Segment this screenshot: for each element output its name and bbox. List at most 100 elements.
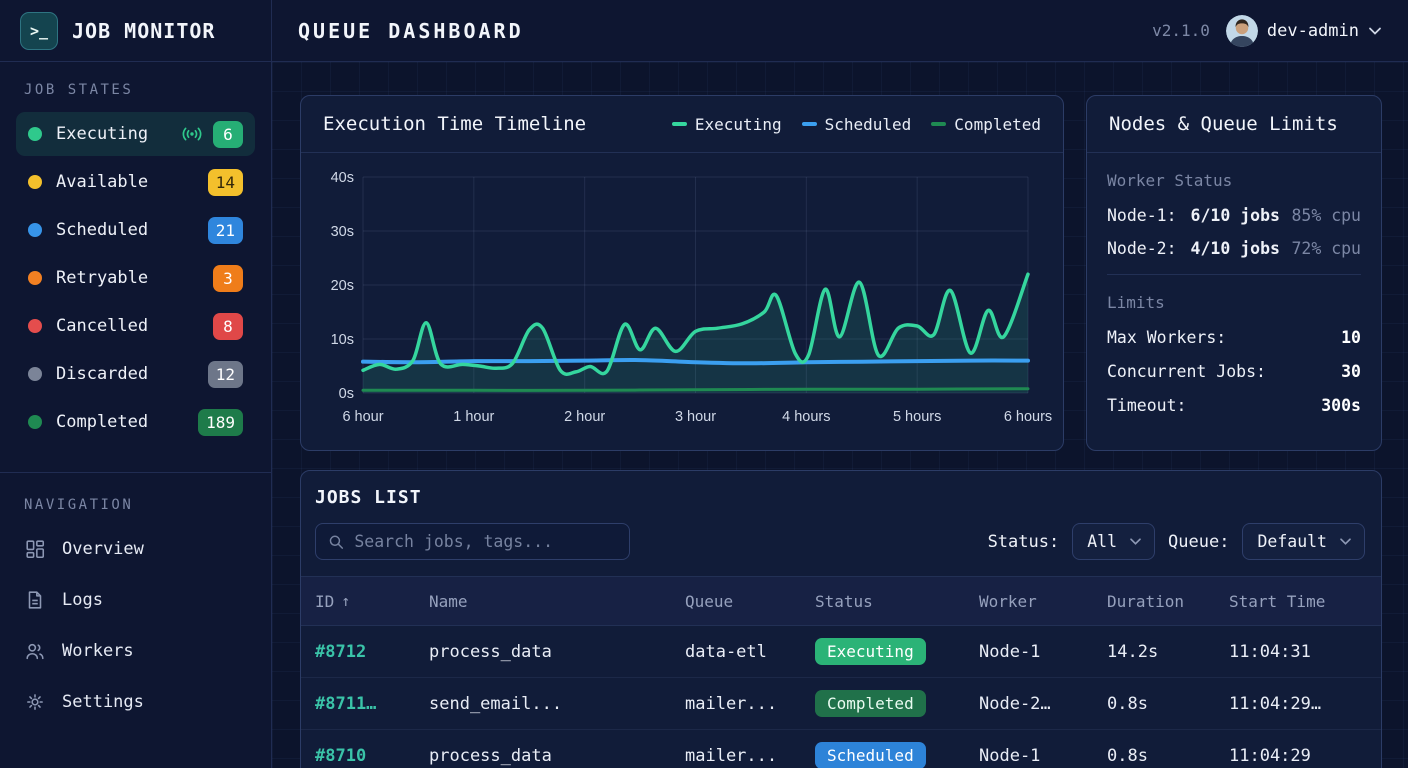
dashboard-content: Execution Time Timeline Executing Schedu… <box>272 62 1408 768</box>
job-name: process_data <box>429 641 552 662</box>
sidebar-item-overview[interactable]: Overview <box>16 527 255 571</box>
cancelled-dot <box>28 319 42 333</box>
sidebar-item-completed[interactable]: Completed 189 <box>16 400 255 444</box>
jobs-panel: JOBS LIST Status: All <box>300 470 1382 768</box>
document-icon <box>28 591 42 609</box>
job-start-time: 11:04:29 <box>1229 745 1311 766</box>
table-row[interactable]: #8711… send_email... mailer... Completed… <box>301 678 1381 730</box>
status-badge: Executing <box>815 638 926 665</box>
table-row[interactable]: #8712 process_data data-etl Executing No… <box>301 626 1381 678</box>
sidebar-item-cancelled[interactable]: Cancelled 8 <box>16 304 255 348</box>
main-area: QUEUE DASHBOARD v2.1.0 dev-admin Executi… <box>272 0 1408 768</box>
job-queue: data-etl <box>685 641 767 662</box>
sidebar-item-executing[interactable]: Executing 6 <box>16 112 255 156</box>
nodes-panel: Nodes & Queue Limits Worker Status Node-… <box>1086 95 1382 451</box>
jobs-table: ID ↑ Name Queue Status Worker Duration S… <box>301 576 1381 768</box>
job-id-link[interactable]: #8710 <box>315 746 429 766</box>
svg-text:30s: 30s <box>331 224 354 240</box>
job-start-time: 11:04:31 <box>1229 641 1311 662</box>
count-badge: 21 <box>207 216 243 244</box>
sidebar-item-settings[interactable]: Settings <box>16 680 255 724</box>
node-1-row: Node-1: 6/10 jobs 85% cpu <box>1107 206 1361 225</box>
nav-label: Workers <box>62 641 134 661</box>
job-id-link[interactable]: #8711… <box>315 694 429 714</box>
nav-label: Logs <box>62 590 103 610</box>
table-header-row: ID ↑ Name Queue Status Worker Duration S… <box>301 576 1381 626</box>
dashboard-grid-icon <box>26 540 45 559</box>
sidebar-item-discarded[interactable]: Discarded 12 <box>16 352 255 396</box>
job-queue: mailer... <box>685 693 778 714</box>
sidebar-item-available[interactable]: Available 14 <box>16 160 255 204</box>
timeline-title: Execution Time Timeline <box>323 113 587 135</box>
state-label: Cancelled <box>56 316 149 336</box>
legend-completed[interactable]: Completed <box>931 115 1041 134</box>
node-2-row: Node-2: 4/10 jobs 72% cpu <box>1107 239 1361 258</box>
legend-executing[interactable]: Executing <box>671 115 782 134</box>
count-badge: 14 <box>207 168 243 196</box>
sort-asc-icon: ↑ <box>341 592 351 610</box>
job-duration: 0.8s <box>1107 693 1148 714</box>
sidebar-item-retryable[interactable]: Retryable 3 <box>16 256 255 300</box>
svg-text:2 hour: 2 hour <box>564 409 605 425</box>
column-name[interactable]: Name <box>429 592 685 611</box>
queue-filter-select[interactable]: Default <box>1242 523 1365 560</box>
version-label: v2.1.0 <box>1152 21 1210 40</box>
job-name: process_data <box>429 745 552 766</box>
job-duration: 14.2s <box>1107 641 1159 662</box>
navigation-section: NAVIGATION Overview Logs Workers Setting… <box>0 472 271 741</box>
svg-text:5 hours: 5 hours <box>893 409 941 425</box>
job-start-time: 11:04:29… <box>1229 693 1322 714</box>
column-id[interactable]: ID ↑ <box>315 592 429 611</box>
worker-status-heading: Worker Status <box>1107 171 1233 190</box>
divider <box>1107 274 1361 275</box>
users-icon <box>26 643 44 660</box>
count-badge: 3 <box>213 264 243 292</box>
executing-dot <box>28 127 42 141</box>
column-queue[interactable]: Queue <box>685 592 815 611</box>
job-id-link[interactable]: #8712 <box>315 642 429 662</box>
legend-scheduled[interactable]: Scheduled <box>801 115 911 134</box>
queue-filter-label: Queue: <box>1168 531 1230 552</box>
job-duration: 0.8s <box>1107 745 1148 766</box>
svg-text:3 hour: 3 hour <box>675 409 716 425</box>
sidebar-item-workers[interactable]: Workers <box>16 629 255 673</box>
sidebar-item-scheduled[interactable]: Scheduled 21 <box>16 208 255 252</box>
column-duration[interactable]: Duration <box>1107 592 1229 611</box>
discarded-dot <box>28 367 42 381</box>
app-title: JOB MONITOR <box>72 18 216 43</box>
svg-text:1 hour: 1 hour <box>453 409 494 425</box>
state-label: Retryable <box>56 268 149 288</box>
search-box <box>315 523 630 560</box>
job-worker: Node-1 <box>979 745 1041 766</box>
app-root: >_ JOB MONITOR JOB STATES Executing 6 Av… <box>0 0 1408 768</box>
svg-text:10s: 10s <box>331 332 354 348</box>
search-icon <box>329 535 344 549</box>
state-label: Executing <box>56 124 149 144</box>
chevron-down-icon <box>1340 538 1351 545</box>
page-title: QUEUE DASHBOARD <box>298 18 524 43</box>
sidebar-item-logs[interactable]: Logs <box>16 578 255 622</box>
job-queue: mailer... <box>685 745 778 766</box>
table-row[interactable]: #8710 process_data mailer... Scheduled N… <box>301 730 1381 768</box>
gear-icon <box>27 694 43 710</box>
status-filter-label: Status: <box>987 531 1060 552</box>
timeline-chart: 0s 10s 20s 30s 40s 6 hour 1 hour 2 hour 3 hour 4 … <box>331 170 1053 425</box>
nodes-panel-title: Nodes & Queue Limits <box>1109 113 1338 135</box>
avatar <box>1225 14 1258 47</box>
nav-label: Settings <box>62 692 144 712</box>
job-worker: Node-1 <box>979 641 1041 662</box>
search-input[interactable] <box>354 532 617 551</box>
user-menu[interactable]: dev-admin <box>1225 14 1382 47</box>
job-worker: Node-2… <box>979 693 1051 714</box>
column-start-time[interactable]: Start Time <box>1229 592 1381 611</box>
chevron-down-icon <box>1369 27 1381 35</box>
column-worker[interactable]: Worker <box>979 592 1107 611</box>
job-name: send_email... <box>429 693 563 714</box>
scheduled-dot <box>28 223 42 237</box>
svg-text:6 hour: 6 hour <box>342 409 383 425</box>
status-filter-select[interactable]: All <box>1072 523 1156 560</box>
completed-line-swatch <box>931 122 947 126</box>
svg-text:0s: 0s <box>339 386 354 402</box>
column-status[interactable]: Status <box>815 592 979 611</box>
svg-text:6 hours: 6 hours <box>1004 409 1052 425</box>
